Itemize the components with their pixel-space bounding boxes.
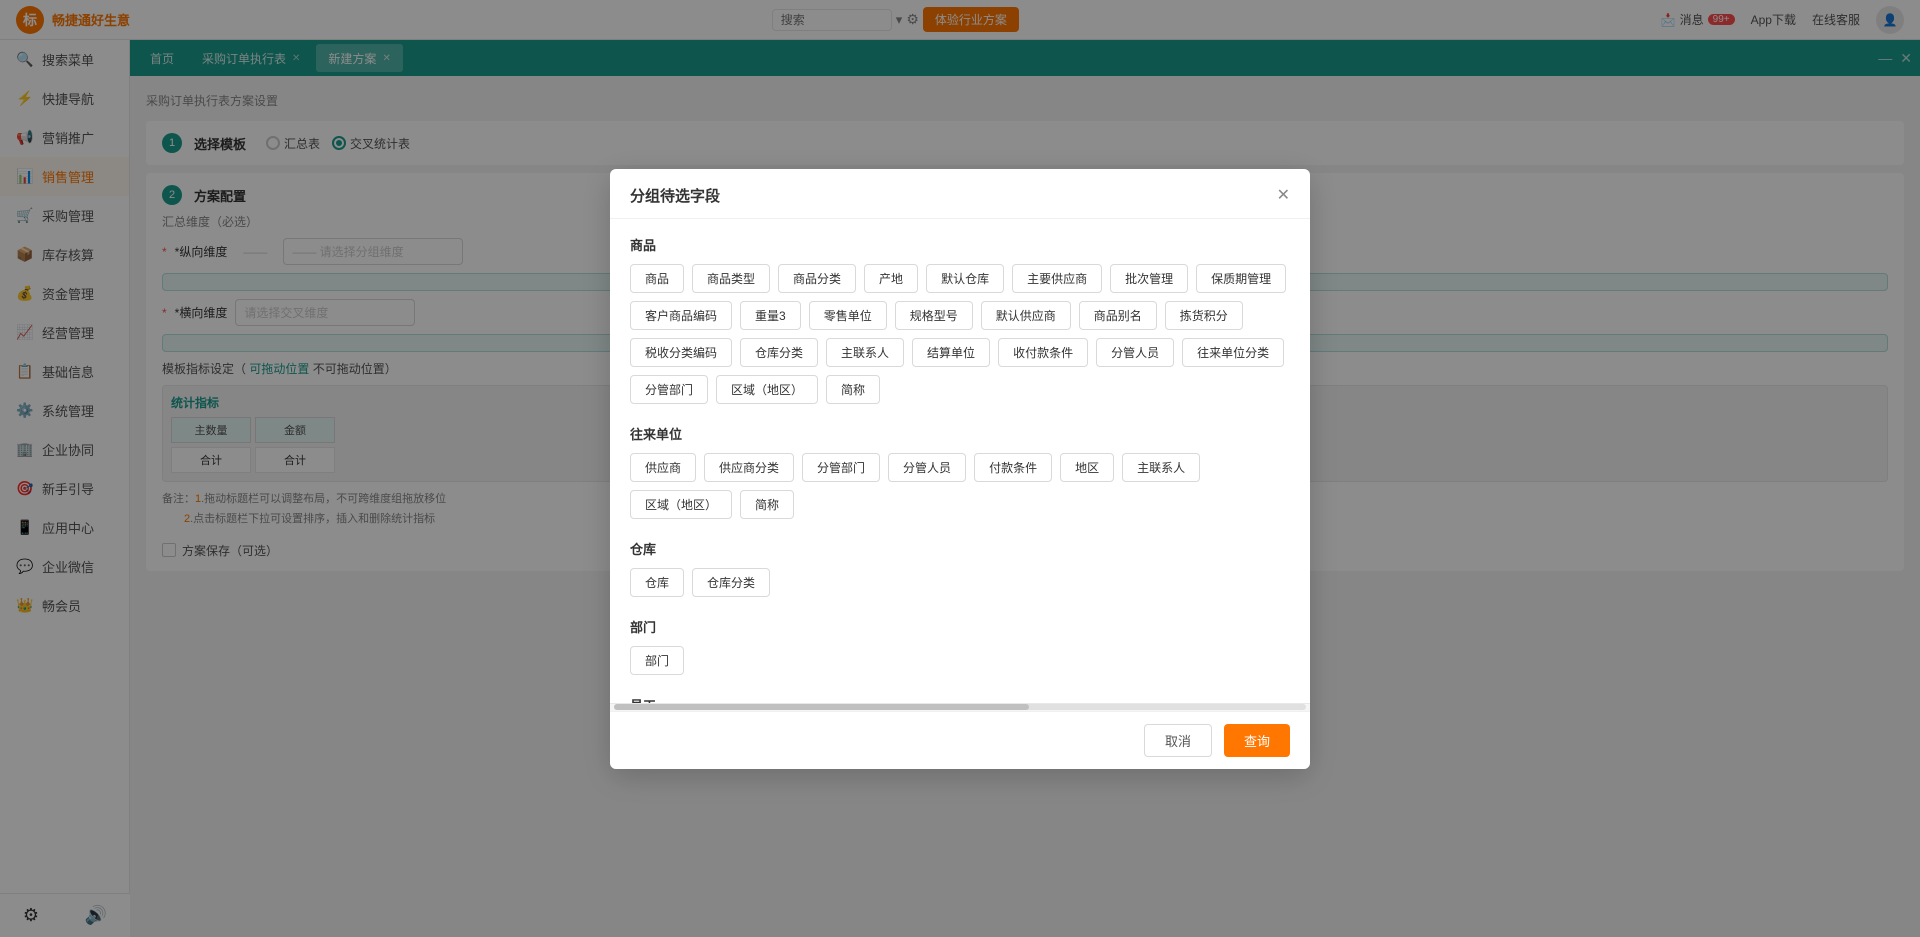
modal-body: 商品 商品 商品类型 商品分类 产地 默认仓库 主要供应商 批次管理 保质期管理… bbox=[610, 219, 1310, 704]
field-tag[interactable]: 供应商分类 bbox=[704, 453, 794, 482]
field-group-department: 部门 部门 bbox=[630, 617, 1290, 675]
modal-overlay: 分组待选字段 ✕ 商品 商品 商品类型 商品分类 产地 默认仓库 主要供应商 批… bbox=[0, 0, 1920, 937]
field-tag[interactable]: 零售单位 bbox=[809, 301, 887, 330]
confirm-button[interactable]: 查询 bbox=[1224, 724, 1290, 757]
field-tag[interactable]: 主要供应商 bbox=[1012, 264, 1102, 293]
modal-footer: 取消 查询 bbox=[610, 711, 1310, 769]
field-tag[interactable]: 区域（地区） bbox=[630, 490, 732, 519]
field-tag[interactable]: 重量3 bbox=[740, 301, 801, 330]
field-tag[interactable]: 规格型号 bbox=[895, 301, 973, 330]
field-group-employee: 员工 业务员 bbox=[630, 695, 1290, 704]
cancel-button[interactable]: 取消 bbox=[1144, 724, 1212, 757]
field-tag[interactable]: 简称 bbox=[826, 375, 880, 404]
field-tag[interactable]: 结算单位 bbox=[912, 338, 990, 367]
field-tag[interactable]: 往来单位分类 bbox=[1182, 338, 1284, 367]
field-group-counterpart-title: 往来单位 bbox=[630, 424, 1290, 443]
scrollbar-thumb[interactable] bbox=[614, 704, 1029, 710]
field-tag[interactable]: 分管部门 bbox=[630, 375, 708, 404]
field-tag[interactable]: 产地 bbox=[864, 264, 918, 293]
field-tag[interactable]: 保质期管理 bbox=[1196, 264, 1286, 293]
field-tag[interactable]: 商品类型 bbox=[692, 264, 770, 293]
field-tag[interactable]: 分管人员 bbox=[1096, 338, 1174, 367]
field-tag[interactable]: 主联系人 bbox=[826, 338, 904, 367]
field-tags-warehouse: 仓库 仓库分类 bbox=[630, 568, 1290, 597]
field-tag[interactable]: 部门 bbox=[630, 646, 684, 675]
field-tag[interactable]: 商品 bbox=[630, 264, 684, 293]
field-tag[interactable]: 批次管理 bbox=[1110, 264, 1188, 293]
field-tag[interactable]: 仓库分类 bbox=[740, 338, 818, 367]
field-tag[interactable]: 默认仓库 bbox=[926, 264, 1004, 293]
field-tag[interactable]: 区域（地区） bbox=[716, 375, 818, 404]
field-tag[interactable]: 供应商 bbox=[630, 453, 696, 482]
field-group-warehouse: 仓库 仓库 仓库分类 bbox=[630, 539, 1290, 597]
modal-title: 分组待选字段 bbox=[630, 185, 720, 206]
field-tags-product: 商品 商品类型 商品分类 产地 默认仓库 主要供应商 批次管理 保质期管理 客户… bbox=[630, 264, 1290, 404]
field-tag[interactable]: 税收分类编码 bbox=[630, 338, 732, 367]
field-tag[interactable]: 收付款条件 bbox=[998, 338, 1088, 367]
field-tag[interactable]: 地区 bbox=[1060, 453, 1114, 482]
scrollbar-track bbox=[614, 704, 1306, 710]
modal-close-icon[interactable]: ✕ bbox=[1277, 185, 1290, 205]
modal-horizontal-scrollbar[interactable] bbox=[610, 703, 1310, 710]
field-tag[interactable]: 仓库 bbox=[630, 568, 684, 597]
field-tag[interactable]: 付款条件 bbox=[974, 453, 1052, 482]
field-tag[interactable]: 拣货积分 bbox=[1165, 301, 1243, 330]
field-tag[interactable]: 分管部门 bbox=[802, 453, 880, 482]
field-group-product-title: 商品 bbox=[630, 235, 1290, 254]
field-group-warehouse-title: 仓库 bbox=[630, 539, 1290, 558]
field-group-product: 商品 商品 商品类型 商品分类 产地 默认仓库 主要供应商 批次管理 保质期管理… bbox=[630, 235, 1290, 404]
field-tags-department: 部门 bbox=[630, 646, 1290, 675]
field-group-department-title: 部门 bbox=[630, 617, 1290, 636]
field-tag[interactable]: 仓库分类 bbox=[692, 568, 770, 597]
field-tag[interactable]: 分管人员 bbox=[888, 453, 966, 482]
field-tag[interactable]: 简称 bbox=[740, 490, 794, 519]
modal-header: 分组待选字段 ✕ bbox=[610, 169, 1310, 219]
field-tag[interactable]: 商品分类 bbox=[778, 264, 856, 293]
field-group-counterpart: 往来单位 供应商 供应商分类 分管部门 分管人员 付款条件 地区 主联系人 区域… bbox=[630, 424, 1290, 519]
modal-dialog: 分组待选字段 ✕ 商品 商品 商品类型 商品分类 产地 默认仓库 主要供应商 批… bbox=[610, 169, 1310, 769]
field-tag[interactable]: 客户商品编码 bbox=[630, 301, 732, 330]
field-tags-counterpart: 供应商 供应商分类 分管部门 分管人员 付款条件 地区 主联系人 区域（地区） … bbox=[630, 453, 1290, 519]
field-tag[interactable]: 默认供应商 bbox=[981, 301, 1071, 330]
field-group-employee-title: 员工 bbox=[630, 695, 1290, 704]
field-tag[interactable]: 商品别名 bbox=[1079, 301, 1157, 330]
field-tag[interactable]: 主联系人 bbox=[1122, 453, 1200, 482]
